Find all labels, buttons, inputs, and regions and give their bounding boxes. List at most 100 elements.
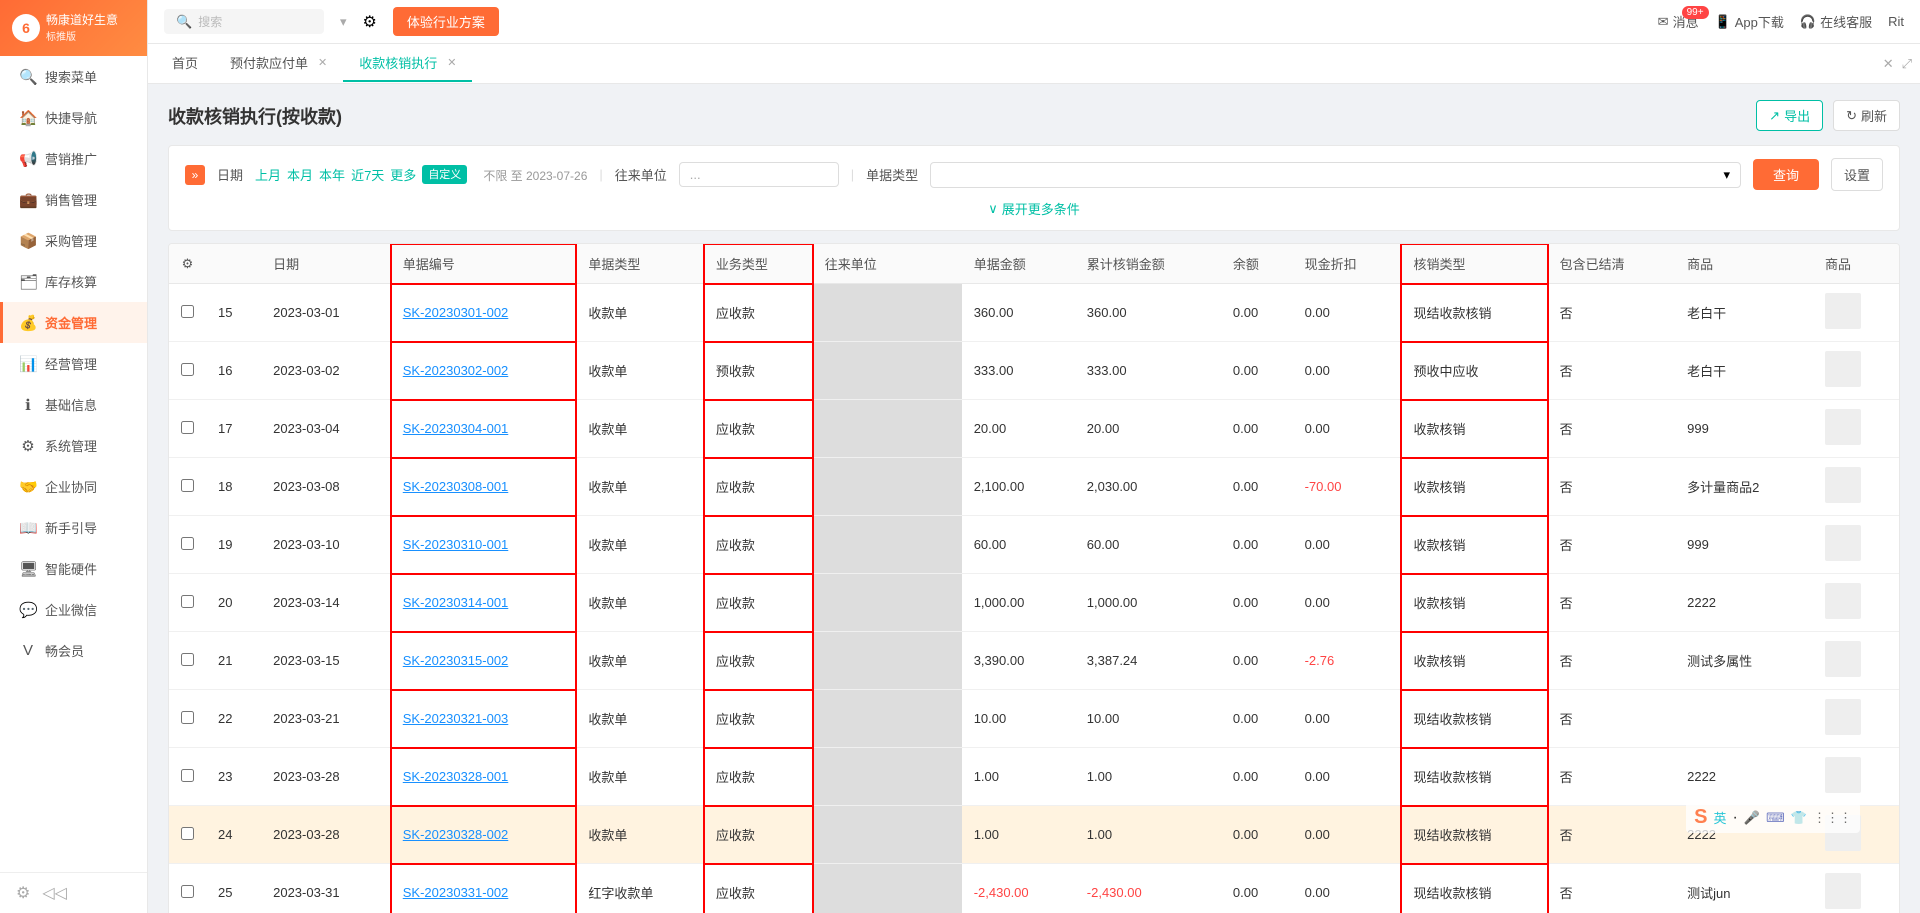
row-checkbox[interactable] [169, 748, 206, 806]
tab-home[interactable]: 首页 [156, 45, 214, 82]
row-checkbox[interactable] [169, 632, 206, 690]
messages-badge[interactable]: ✉ 消息 99+ [1658, 12, 1699, 31]
col-header-balance: 余额 [1221, 244, 1293, 284]
topbar: 🔍 搜索 ▾ ⚙ 体验行业方案 ✉ 消息 99+ 📱 App下载 🎧 在线客服 … [148, 0, 1920, 44]
tab-prepay-close[interactable]: ✕ [318, 56, 327, 69]
col-header-product2: 商品 [1813, 244, 1899, 284]
row-voucher-no[interactable]: SK-20230331-002 [391, 864, 577, 913]
col-header-include-settled: 包含已结清 [1548, 244, 1676, 284]
app-label: App下载 [1735, 12, 1784, 31]
export-button[interactable]: ↗ 导出 [1756, 100, 1823, 131]
row-cash-discount: -70.00 [1293, 458, 1402, 516]
row-checkbox[interactable] [169, 284, 206, 342]
row-voucher-no[interactable]: SK-20230328-001 [391, 748, 577, 806]
collapse-icon[interactable]: ◁◁ [42, 883, 67, 903]
sidebar-item-corp[interactable]: 🤝企业协同 [0, 466, 147, 507]
row-checkbox[interactable] [169, 864, 206, 913]
row-checkbox[interactable] [169, 342, 206, 400]
tab-prepay[interactable]: 预付款应付单 ✕ [214, 45, 343, 82]
row-voucher-no[interactable]: SK-20230315-002 [391, 632, 577, 690]
sidebar-item-inventory[interactable]: 🗂库存核算 [0, 261, 147, 302]
sidebar-item-finance[interactable]: 💰资金管理 [0, 302, 147, 343]
sidebar-item-purchase[interactable]: 📦采购管理 [0, 220, 147, 261]
filter-settings-button[interactable]: 设置 [1831, 158, 1883, 191]
row-voucher-no[interactable]: SK-20230321-003 [391, 690, 577, 748]
sidebar-item-marketing[interactable]: 📢营销推广 [0, 138, 147, 179]
settings-icon[interactable]: ⚙ [16, 883, 30, 903]
row-voucher-no[interactable]: SK-20230328-002 [391, 806, 577, 864]
row-cash-discount: -2.76 [1293, 632, 1402, 690]
date-7days[interactable]: 近7天 [351, 165, 384, 184]
row-checkbox[interactable] [169, 400, 206, 458]
row-product: 999 [1675, 400, 1813, 458]
row-cumulative: 1.00 [1075, 748, 1221, 806]
table-row: 16 2023-03-02 SK-20230302-002 收款单 预收款 33… [169, 342, 1899, 400]
table-row: 19 2023-03-10 SK-20230310-001 收款单 应收款 60… [169, 516, 1899, 574]
topbar-gear-icon[interactable]: ⚙ [363, 12, 377, 32]
hardware-icon: 🖥 [19, 560, 37, 578]
tab-close-all-icon[interactable]: ✕ [1883, 56, 1894, 72]
logo-title: 畅康道好生意 [46, 13, 118, 29]
refresh-button[interactable]: ↻ 刷新 [1833, 100, 1900, 131]
row-include-settled: 否 [1548, 632, 1676, 690]
partner-input[interactable]: ... [679, 162, 839, 187]
col-header-no [206, 244, 261, 284]
sidebar-item-hardware[interactable]: 🖥智能硬件 [0, 548, 147, 589]
row-checkbox[interactable] [169, 806, 206, 864]
expand-conditions-button[interactable]: ∨ 展开更多条件 [988, 199, 1080, 218]
search-box[interactable]: 🔍 搜索 [164, 9, 324, 34]
row-partner [813, 748, 962, 806]
col-header-settings[interactable]: ⚙ [169, 244, 206, 284]
sidebar-item-search[interactable]: 🔍搜索菜单 [0, 56, 147, 97]
date-this-year[interactable]: 本年 [319, 165, 345, 184]
tab-expand-icon[interactable]: ⤢ [1902, 56, 1912, 72]
support-link[interactable]: 🎧 在线客服 [1800, 12, 1872, 31]
row-checkbox[interactable] [169, 690, 206, 748]
row-voucher-no[interactable]: SK-20230310-001 [391, 516, 577, 574]
row-product [1675, 690, 1813, 748]
table-row: 15 2023-03-01 SK-20230301-002 收款单 应收款 36… [169, 284, 1899, 342]
row-voucher-no[interactable]: SK-20230302-002 [391, 342, 577, 400]
date-custom[interactable]: 自定义 [422, 165, 467, 184]
marketing-icon: 📢 [19, 150, 37, 168]
sidebar-item-guide[interactable]: 📖新手引导 [0, 507, 147, 548]
sidebar-item-sales[interactable]: 💼销售管理 [0, 179, 147, 220]
row-voucher-no[interactable]: SK-20230308-001 [391, 458, 577, 516]
row-voucher-no[interactable]: SK-20230301-002 [391, 284, 577, 342]
row-date: 2023-03-21 [261, 690, 391, 748]
support-label: 在线客服 [1820, 12, 1872, 31]
sidebar-item-basic[interactable]: ℹ基础信息 [0, 384, 147, 425]
row-partner [813, 864, 962, 913]
table-scroll[interactable]: ⚙ 日期 单据编号 单据类型 业务类型 往来单位 单据金额 累计核销金额 余额 … [169, 244, 1899, 913]
row-checkbox[interactable] [169, 458, 206, 516]
row-voucher-no[interactable]: SK-20230314-001 [391, 574, 577, 632]
phone-icon: 📱 [1715, 14, 1731, 30]
filter-toggle-button[interactable]: » [185, 165, 205, 185]
row-checkbox[interactable] [169, 574, 206, 632]
tab-collection[interactable]: 收款核销执行 ✕ [343, 45, 472, 82]
solution-button[interactable]: 体验行业方案 [393, 7, 499, 36]
sidebar-item-label-operation: 经营管理 [45, 354, 97, 373]
sidebar-item-label-purchase: 采购管理 [45, 231, 97, 250]
app-download[interactable]: 📱 App下载 [1715, 12, 1784, 31]
voucher-type-select[interactable]: ▾ [930, 162, 1741, 188]
tab-collection-close[interactable]: ✕ [447, 56, 456, 69]
row-no: 15 [206, 284, 261, 342]
sales-icon: 💼 [19, 191, 37, 209]
row-include-settled: 否 [1548, 342, 1676, 400]
date-prev-month[interactable]: 上月 [255, 165, 281, 184]
row-cash-discount: 0.00 [1293, 864, 1402, 913]
sidebar-item-wechat[interactable]: 💬企业微信 [0, 589, 147, 630]
row-product2 [1813, 864, 1899, 913]
sidebar-item-system[interactable]: ⚙系统管理 [0, 425, 147, 466]
row-checkbox[interactable] [169, 516, 206, 574]
page-content: 收款核销执行(按收款) ↗ 导出 ↻ 刷新 » 日期 上月 本月 [148, 84, 1920, 913]
row-partner [813, 806, 962, 864]
date-this-month[interactable]: 本月 [287, 165, 313, 184]
sidebar-item-member[interactable]: V畅会员 [0, 630, 147, 671]
sidebar-item-quick[interactable]: 🏠快捷导航 [0, 97, 147, 138]
row-voucher-no[interactable]: SK-20230304-001 [391, 400, 577, 458]
sidebar-item-operation[interactable]: 📊经营管理 [0, 343, 147, 384]
query-button[interactable]: 查询 [1753, 159, 1819, 190]
date-more[interactable]: 更多 [390, 165, 416, 184]
